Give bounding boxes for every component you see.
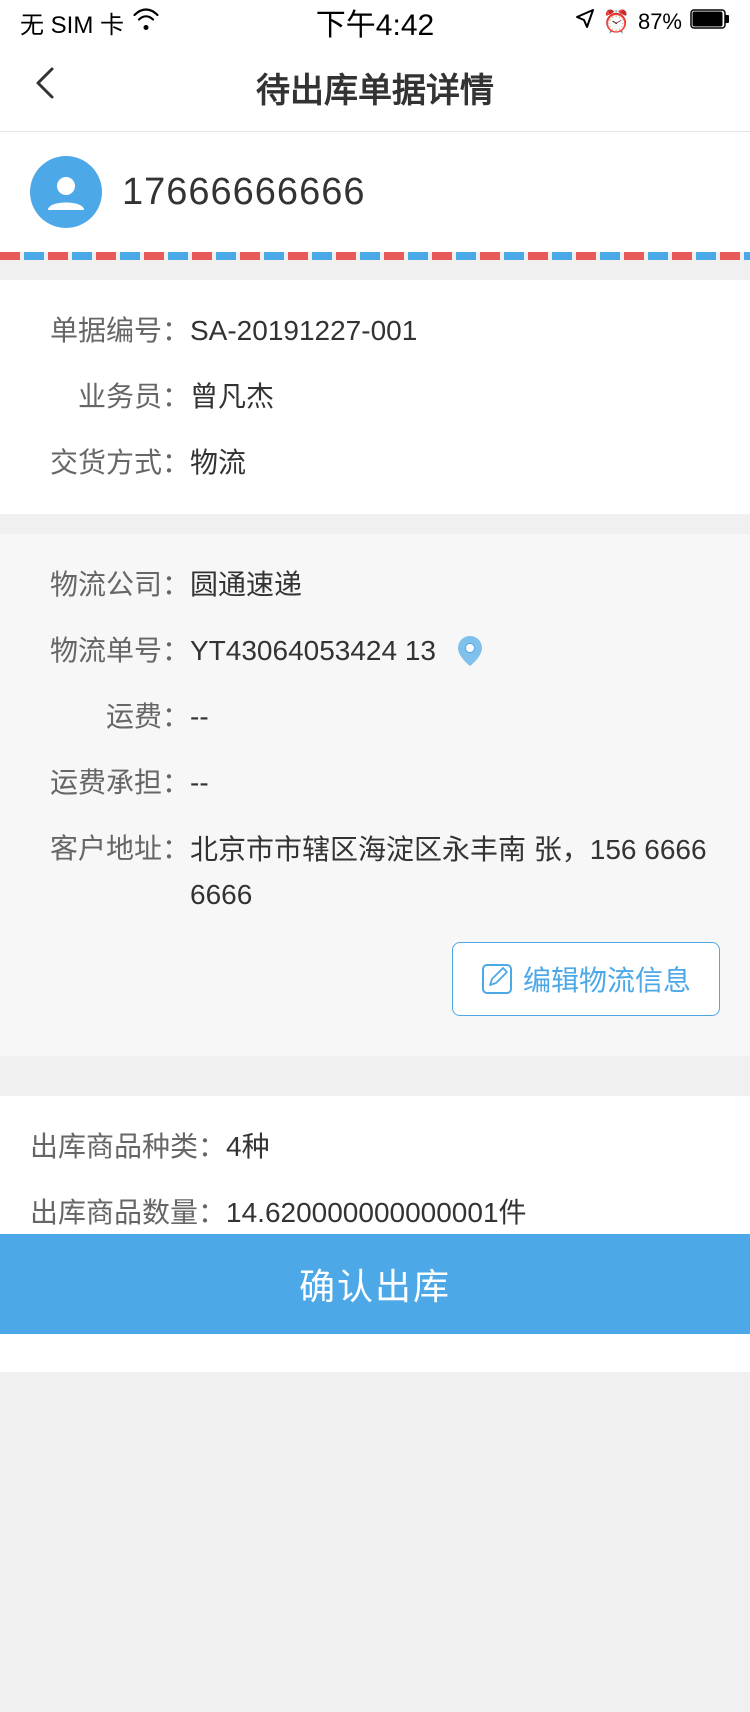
goods-quantity-value: 14.620000000000001件 [226, 1192, 720, 1234]
section-divider [0, 1056, 750, 1076]
dashed-divider [0, 252, 750, 260]
battery-text: 87% [638, 9, 682, 35]
confirm-button-label: 确认出库 [299, 1258, 451, 1310]
address-value: 北京市市辖区海淀区永丰南 张，156 6666 6666 [190, 828, 720, 918]
salesman-value: 曾凡杰 [190, 376, 720, 418]
edit-logistics-button[interactable]: 编辑物流信息 [452, 942, 720, 1016]
customer-header: 17666666666 [0, 132, 750, 252]
bottom-spacer [0, 1392, 750, 1592]
order-info-section: 单据编号： SA-20191227-001 业务员： 曾凡杰 交货方式： 物流 [0, 280, 750, 514]
document-value: SA-20191227-001 [190, 310, 720, 352]
tracking-label: 物流单号： [30, 630, 190, 672]
nav-bar: 待出库单据详情 [0, 44, 750, 132]
company-value: 圆通速递 [190, 564, 720, 606]
address-label: 客户地址： [30, 828, 190, 870]
status-left: 无 SIM 卡 [20, 5, 160, 40]
freight-bearer-value: -- [190, 762, 720, 804]
goods-quantity-row: 出库商品数量： 14.620000000000001件 [30, 1192, 720, 1234]
document-row: 单据编号： SA-20191227-001 [30, 310, 720, 352]
location-status-icon [575, 8, 595, 36]
wifi-icon [132, 8, 160, 37]
edit-logistics-label: 编辑物流信息 [523, 959, 691, 999]
goods-quantity-label: 出库商品数量： [30, 1192, 226, 1234]
tracking-value: YT43064053424 13 [190, 630, 720, 672]
status-bar: 无 SIM 卡 下午4:42 ⏰ 87% [0, 0, 750, 44]
salesman-row: 业务员： 曾凡杰 [30, 376, 720, 418]
carrier-text: 无 SIM 卡 [20, 5, 124, 40]
goods-type-label: 出库商品种类： [30, 1126, 226, 1168]
battery-icon [690, 8, 730, 36]
tracking-location-icon[interactable] [452, 633, 488, 669]
tracking-row: 物流单号： YT43064053424 13 [30, 630, 720, 672]
edit-button-row: 编辑物流信息 [30, 942, 720, 1026]
delivery-row: 交货方式： 物流 [30, 442, 720, 484]
status-right: ⏰ 87% [575, 8, 730, 36]
page-title: 待出库单据详情 [256, 63, 494, 112]
status-time: 下午4:42 [316, 0, 434, 44]
goods-type-row: 出库商品种类： 4种 [30, 1126, 720, 1168]
content: 17666666666 单据编号： SA-20191227-001 业务员： 曾… [0, 132, 750, 1712]
back-button[interactable] [24, 55, 66, 120]
tracking-number: YT43064053424 13 [190, 630, 436, 672]
freight-label: 运费： [30, 696, 190, 738]
delivery-value: 物流 [190, 442, 720, 484]
customer-phone: 17666666666 [122, 171, 365, 214]
freight-bearer-row: 运费承担： -- [30, 762, 720, 804]
address-row: 客户地址： 北京市市辖区海淀区永丰南 张，156 6666 6666 [30, 828, 720, 918]
freight-bearer-label: 运费承担： [30, 762, 190, 804]
company-label: 物流公司： [30, 564, 190, 606]
edit-icon [481, 963, 513, 995]
alarm-icon: ⏰ [603, 9, 630, 35]
document-label: 单据编号： [30, 310, 190, 352]
avatar [30, 156, 102, 228]
company-row: 物流公司： 圆通速递 [30, 564, 720, 606]
logistics-card: 物流公司： 圆通速递 物流单号： YT43064053424 13 运费： --… [0, 534, 750, 1056]
goods-type-value: 4种 [226, 1126, 720, 1168]
delivery-label: 交货方式： [30, 442, 190, 484]
confirm-button-bar[interactable]: 确认出库 [0, 1234, 750, 1334]
freight-value: -- [190, 696, 720, 738]
salesman-label: 业务员： [30, 376, 190, 418]
freight-row: 运费： -- [30, 696, 720, 738]
